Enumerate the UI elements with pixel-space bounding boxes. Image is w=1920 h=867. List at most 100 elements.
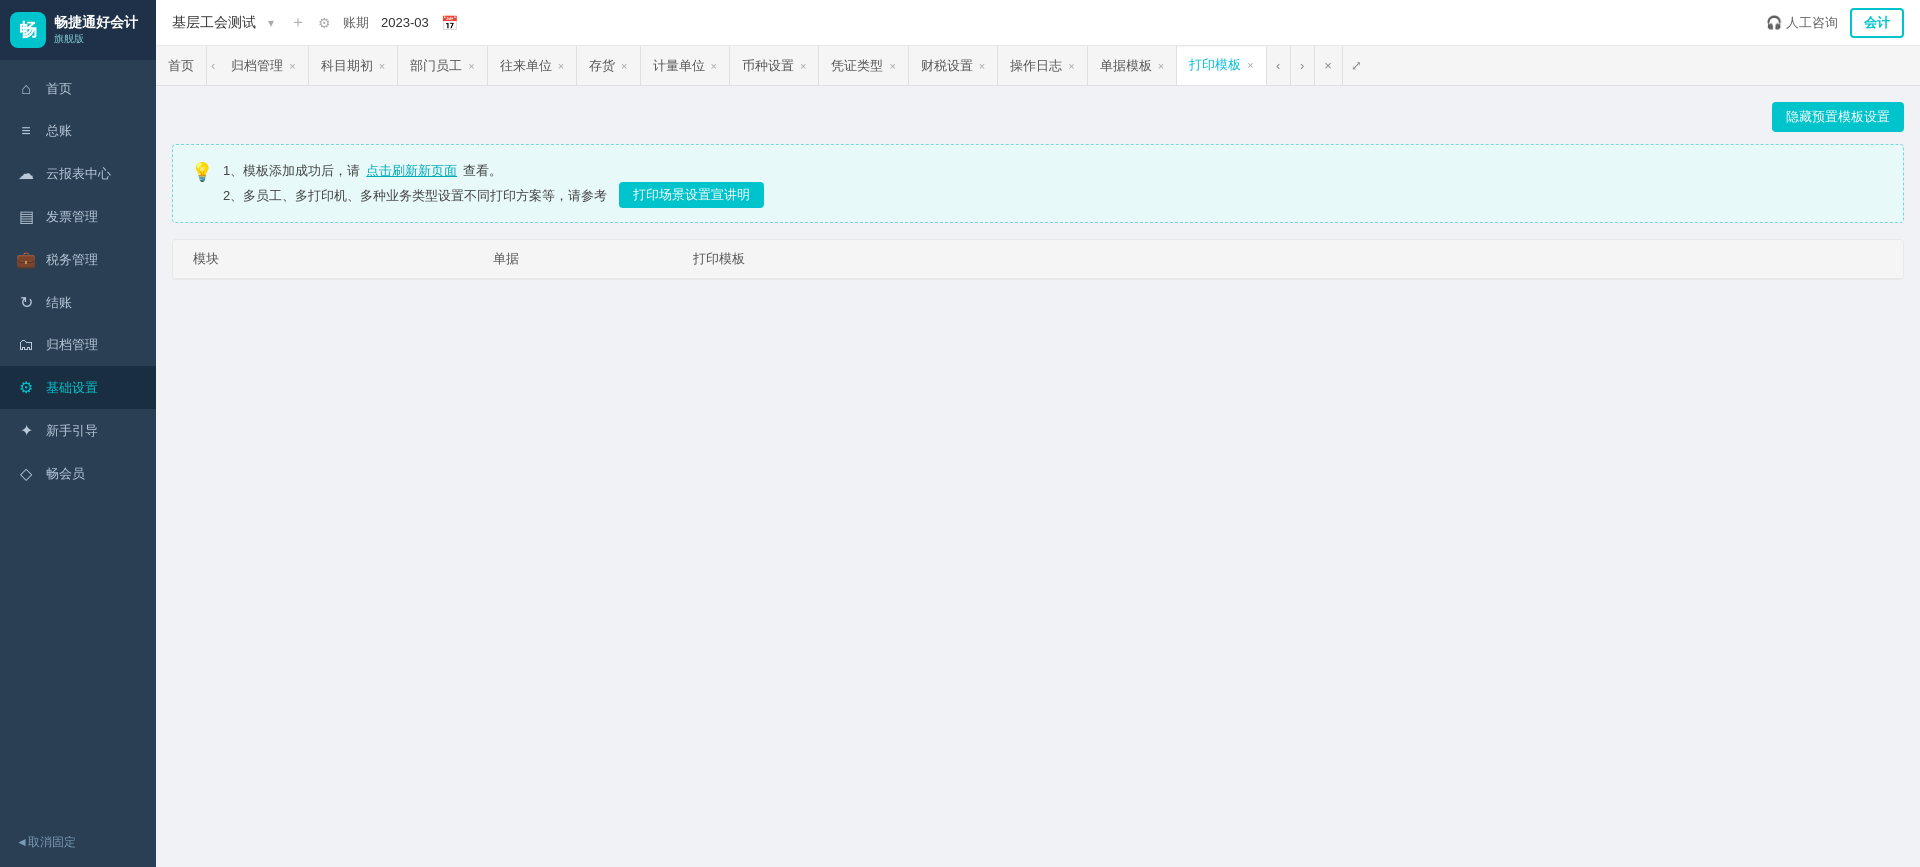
customer-service-label: 人工咨询 xyxy=(1786,14,1838,32)
info-row: 💡 1、模板添加成功后，请 点击刷新新页面 查看。 2、多员工、多打印机、多种业… xyxy=(191,159,1885,208)
company-name: 基层工会测试 xyxy=(172,14,256,32)
tab-currency[interactable]: 币种设置 × xyxy=(730,46,819,85)
logo-icon: 畅 xyxy=(10,12,46,48)
info-text: 1、模板添加成功后，请 点击刷新新页面 查看。 2、多员工、多打印机、多种业务类… xyxy=(223,159,1885,208)
tab-close-archive-mgmt[interactable]: × xyxy=(289,60,295,72)
sidebar-item-checkout[interactable]: ↻ 结账 xyxy=(0,281,156,324)
tab-unit[interactable]: 计量单位 × xyxy=(641,46,730,85)
period-value: 2023-03 xyxy=(381,15,429,30)
settings-gear-icon[interactable]: ⚙ xyxy=(318,15,331,31)
logo-main: 畅捷通好会计 xyxy=(54,14,138,32)
info-line-2: 2、多员工、多打印机、多种业务类型设置不同打印方案等，请参考 打印场景设置宣讲明 xyxy=(223,182,1885,208)
tab-home-nav[interactable]: ‹ xyxy=(207,58,219,73)
tab-next-button[interactable]: › xyxy=(1291,46,1315,86)
hide-template-container: 隐藏预置模板设置 xyxy=(172,102,1904,132)
tab-home[interactable]: 首页 xyxy=(156,46,207,85)
logo-text: 畅捷通好会计 旗舰版 xyxy=(54,14,138,46)
info-line1-prefix: 1、模板添加成功后，请 xyxy=(223,159,360,182)
tab-label-operation-log: 操作日志 xyxy=(1010,57,1062,75)
tab-archive-mgmt[interactable]: 归档管理 × xyxy=(219,46,308,85)
page-content: 隐藏预置模板设置 💡 1、模板添加成功后，请 点击刷新新页面 查看。 2、多员工… xyxy=(156,86,1920,867)
tab-prev-button[interactable]: ‹ xyxy=(1267,46,1291,86)
tab-tax-settings[interactable]: 财税设置 × xyxy=(909,46,998,85)
tab-label-voucher-type: 凭证类型 xyxy=(831,57,883,75)
tab-operation-log[interactable]: 操作日志 × xyxy=(998,46,1087,85)
sidebar-item-reports[interactable]: ☁ 云报表中心 xyxy=(0,152,156,195)
company-dropdown-icon[interactable]: ▾ xyxy=(268,16,274,30)
sidebar-item-invoice[interactable]: ▤ 发票管理 xyxy=(0,195,156,238)
tab-partners[interactable]: 往来单位 × xyxy=(488,46,577,85)
sidebar-item-archive[interactable]: 🗂 归档管理 xyxy=(0,324,156,366)
tab-close-all-button[interactable]: × xyxy=(1315,46,1343,86)
sidebar-label-invoice: 发票管理 xyxy=(46,208,98,226)
tab-label-single-template: 单据模板 xyxy=(1100,57,1152,75)
home-icon: ⌂ xyxy=(16,80,36,98)
tab-label-print-template: 打印模板 xyxy=(1189,56,1241,74)
sidebar-label-checkout: 结账 xyxy=(46,294,72,312)
sidebar: 畅 畅捷通好会计 旗舰版 ⌂ 首页 ≡ 总账 ☁ 云报表中心 ▤ 发票管理 💼 … xyxy=(0,0,156,867)
guide-icon: ✦ xyxy=(16,421,36,440)
invoice-icon: ▤ xyxy=(16,207,36,226)
tab-close-unit[interactable]: × xyxy=(711,60,717,72)
sidebar-label-ledger: 总账 xyxy=(46,122,72,140)
unpin-button[interactable]: ◄取消固定 xyxy=(0,818,156,867)
tab-close-voucher-type[interactable]: × xyxy=(889,60,895,72)
main-area: 基层工会测试 ▾ ＋ ⚙ 账期 2023-03 📅 🎧 人工咨询 会计 首页 ‹… xyxy=(156,0,1920,867)
sidebar-nav: ⌂ 首页 ≡ 总账 ☁ 云报表中心 ▤ 发票管理 💼 税务管理 ↻ 结账 🗂 归… xyxy=(0,60,156,818)
sidebar-item-settings[interactable]: ⚙ 基础设置 xyxy=(0,366,156,409)
table-header: 模块 单据 打印模板 xyxy=(173,240,1903,279)
tab-close-inventory[interactable]: × xyxy=(621,60,627,72)
info-refresh-link[interactable]: 点击刷新新页面 xyxy=(366,159,457,182)
tab-print-template[interactable]: 打印模板 × xyxy=(1177,47,1266,86)
sidebar-label-settings: 基础设置 xyxy=(46,379,98,397)
archive-icon: 🗂 xyxy=(16,336,36,354)
tab-close-partners[interactable]: × xyxy=(558,60,564,72)
tab-subject-init[interactable]: 科目期初 × xyxy=(309,46,398,85)
sidebar-item-guide[interactable]: ✦ 新手引导 xyxy=(0,409,156,452)
tab-close-dept-staff[interactable]: × xyxy=(468,60,474,72)
sidebar-label-member: 畅会员 xyxy=(46,465,85,483)
tab-label-archive-mgmt: 归档管理 xyxy=(231,57,283,75)
tab-voucher-type[interactable]: 凭证类型 × xyxy=(819,46,908,85)
reports-icon: ☁ xyxy=(16,164,36,183)
tab-single-template[interactable]: 单据模板 × xyxy=(1088,46,1177,85)
sidebar-label-home: 首页 xyxy=(46,80,72,98)
tab-label-inventory: 存货 xyxy=(589,57,615,75)
settings-icon: ⚙ xyxy=(16,378,36,397)
tab-close-print-template[interactable]: × xyxy=(1247,59,1253,71)
tab-close-single-template[interactable]: × xyxy=(1158,60,1164,72)
period-label: 账期 xyxy=(343,14,369,32)
tab-inventory[interactable]: 存货 × xyxy=(577,46,640,85)
tab-close-operation-log[interactable]: × xyxy=(1068,60,1074,72)
tab-label-currency: 币种设置 xyxy=(742,57,794,75)
tab-close-subject-init[interactable]: × xyxy=(379,60,385,72)
th-document: 单据 xyxy=(473,250,673,268)
tab-label-partners: 往来单位 xyxy=(500,57,552,75)
calendar-icon[interactable]: 📅 xyxy=(441,15,458,31)
tab-dept-staff[interactable]: 部门员工 × xyxy=(398,46,487,85)
print-scene-button[interactable]: 打印场景设置宣讲明 xyxy=(619,182,764,208)
checkout-icon: ↻ xyxy=(16,293,36,312)
sidebar-item-member[interactable]: ◇ 畅会员 xyxy=(0,452,156,495)
tab-close-tax-settings[interactable]: × xyxy=(979,60,985,72)
sidebar-logo: 畅 畅捷通好会计 旗舰版 xyxy=(0,0,156,60)
tab-expand-button[interactable]: ⤢ xyxy=(1343,46,1371,86)
kuaiji-button[interactable]: 会计 xyxy=(1850,8,1904,38)
hide-template-button[interactable]: 隐藏预置模板设置 xyxy=(1772,102,1904,132)
info-line1-suffix: 查看。 xyxy=(463,159,502,182)
logo-sub: 旗舰版 xyxy=(54,32,138,46)
sidebar-item-ledger[interactable]: ≡ 总账 xyxy=(0,110,156,152)
sidebar-item-tax[interactable]: 💼 税务管理 xyxy=(0,238,156,281)
sidebar-label-archive: 归档管理 xyxy=(46,336,98,354)
tab-label-home: 首页 xyxy=(168,57,194,75)
member-icon: ◇ xyxy=(16,464,36,483)
add-tab-button[interactable]: ＋ xyxy=(290,12,306,33)
sidebar-item-home[interactable]: ⌂ 首页 xyxy=(0,68,156,110)
info-line-1: 1、模板添加成功后，请 点击刷新新页面 查看。 xyxy=(223,159,1885,182)
sidebar-label-guide: 新手引导 xyxy=(46,422,98,440)
headset-icon: 🎧 xyxy=(1766,15,1782,30)
customer-service-button[interactable]: 🎧 人工咨询 xyxy=(1766,14,1838,32)
tax-icon: 💼 xyxy=(16,250,36,269)
tab-close-currency[interactable]: × xyxy=(800,60,806,72)
sidebar-label-reports: 云报表中心 xyxy=(46,165,111,183)
